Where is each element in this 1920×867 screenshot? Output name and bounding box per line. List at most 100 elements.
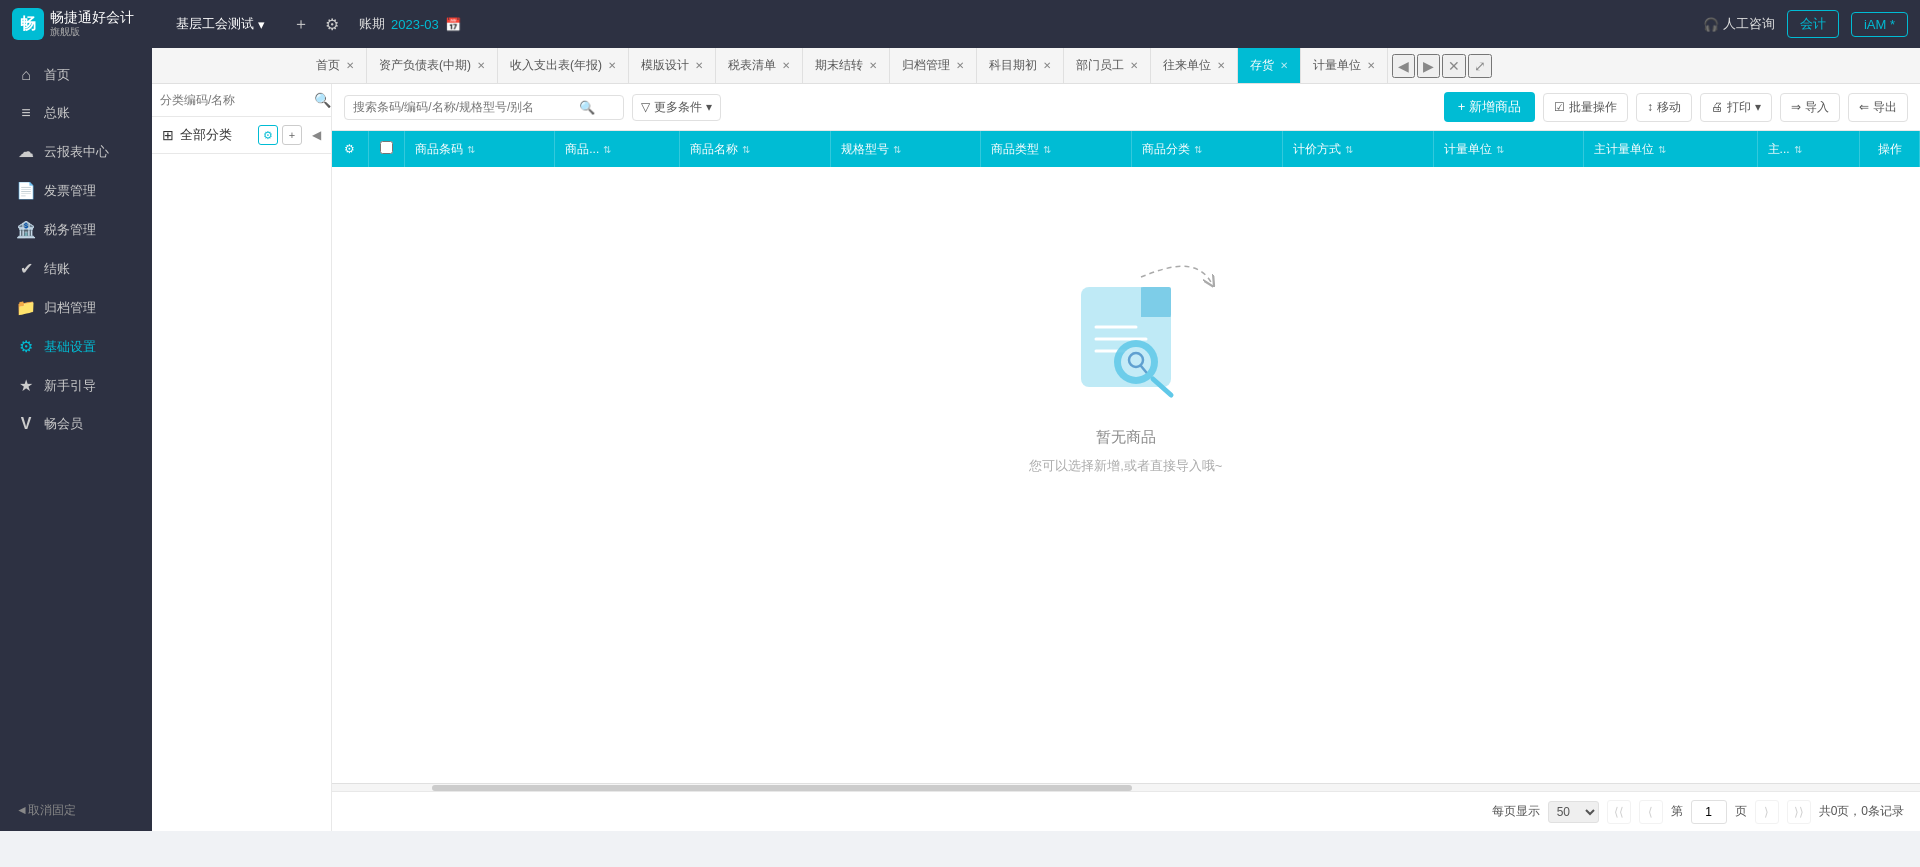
page-size-select[interactable]: 50 10 20 100 bbox=[1548, 801, 1599, 823]
per-page-label: 每页显示 bbox=[1492, 803, 1540, 820]
svg-rect-1 bbox=[1141, 287, 1171, 317]
th-barcode[interactable]: 商品条码⇅ bbox=[404, 131, 555, 167]
product-search-input[interactable] bbox=[353, 100, 573, 114]
tab-income[interactable]: 收入支出表(年报) ✕ bbox=[498, 48, 629, 84]
th-product-type[interactable]: 商品类型⇅ bbox=[981, 131, 1132, 167]
page-number-input[interactable] bbox=[1691, 800, 1727, 824]
tab-template[interactable]: 模版设计 ✕ bbox=[629, 48, 716, 84]
select-all-checkbox[interactable] bbox=[380, 141, 393, 154]
tab-prev-button[interactable]: ◀ bbox=[1392, 54, 1415, 78]
category-search-icon[interactable]: 🔍 bbox=[314, 92, 331, 108]
logo-icon: 畅 bbox=[12, 8, 44, 40]
tab-contacts[interactable]: 往来单位 ✕ bbox=[1151, 48, 1238, 84]
horizontal-scrollbar[interactable] bbox=[332, 783, 1920, 791]
sidebar-item-reports[interactable]: ☁ 云报表中心 bbox=[0, 132, 152, 171]
th-category[interactable]: 商品分类⇅ bbox=[1132, 131, 1283, 167]
iam-button[interactable]: iAM * bbox=[1851, 12, 1908, 37]
tab-close-archive[interactable]: ✕ bbox=[956, 60, 964, 71]
calendar-icon[interactable]: 📅 bbox=[445, 17, 461, 32]
th-col3[interactable]: 主...⇅ bbox=[1757, 131, 1859, 167]
tab-expand-button[interactable]: ⤢ bbox=[1468, 54, 1492, 78]
company-selector[interactable]: 基层工会测试 ▾ bbox=[168, 11, 273, 37]
settings-icon[interactable]: ⚙ bbox=[321, 11, 343, 38]
tab-subject-init[interactable]: 科目期初 ✕ bbox=[977, 48, 1064, 84]
gear-icon: ⚙ bbox=[16, 337, 36, 356]
tab-units[interactable]: 计量单位 ✕ bbox=[1301, 48, 1388, 84]
sidebar-label-reports: 云报表中心 bbox=[44, 143, 109, 161]
tab-close-department[interactable]: ✕ bbox=[1130, 60, 1138, 71]
move-button[interactable]: ↕ 移动 bbox=[1636, 93, 1692, 122]
tab-archive[interactable]: 归档管理 ✕ bbox=[890, 48, 977, 84]
tab-close-contacts[interactable]: ✕ bbox=[1217, 60, 1225, 71]
last-page-button[interactable]: ⟩⟩ bbox=[1787, 800, 1811, 824]
scroll-thumb[interactable] bbox=[432, 785, 1132, 791]
tab-close-taxlist[interactable]: ✕ bbox=[782, 60, 790, 71]
th-checkbox[interactable] bbox=[368, 131, 404, 167]
th-unit[interactable]: 计量单位⇅ bbox=[1433, 131, 1584, 167]
table-container: ⚙ 商品条码⇅ 商品...⇅ bbox=[332, 131, 1920, 783]
sidebar-item-close[interactable]: ✔ 结账 bbox=[0, 249, 152, 288]
tab-close-income[interactable]: ✕ bbox=[608, 60, 616, 71]
category-add-btn[interactable]: + bbox=[282, 125, 302, 145]
header-icons: ＋ ⚙ bbox=[289, 10, 343, 39]
tab-close-home[interactable]: ✕ bbox=[346, 60, 354, 71]
sidebar-item-tax[interactable]: 🏦 税务管理 bbox=[0, 210, 152, 249]
first-page-button[interactable]: ⟨⟨ bbox=[1607, 800, 1631, 824]
th-product-code[interactable]: 商品...⇅ bbox=[555, 131, 680, 167]
period-value[interactable]: 2023-03 bbox=[391, 17, 439, 32]
tab-close-subject-init[interactable]: ✕ bbox=[1043, 60, 1051, 71]
sidebar-item-ledger[interactable]: ≡ 总账 bbox=[0, 94, 152, 132]
tab-balance[interactable]: 资产负债表(中期) ✕ bbox=[367, 48, 498, 84]
th-spec[interactable]: 规格型号⇅ bbox=[830, 131, 981, 167]
category-settings-btn[interactable]: ⚙ bbox=[258, 125, 278, 145]
tab-home[interactable]: 首页 ✕ bbox=[304, 48, 367, 84]
sidebar-item-guide[interactable]: ★ 新手引导 bbox=[0, 366, 152, 405]
tab-next-button[interactable]: ▶ bbox=[1417, 54, 1440, 78]
tab-close-template[interactable]: ✕ bbox=[695, 60, 703, 71]
next-page-button[interactable]: ⟩ bbox=[1755, 800, 1779, 824]
collapse-panel-button[interactable]: ◀ bbox=[312, 128, 321, 142]
export-button[interactable]: ⇐ 导出 bbox=[1848, 93, 1908, 122]
tab-close-units[interactable]: ✕ bbox=[1367, 60, 1375, 71]
tab-close-balance[interactable]: ✕ bbox=[477, 60, 485, 71]
sidebar-item-member[interactable]: V 畅会员 bbox=[0, 405, 152, 443]
sidebar: ⌂ 首页 ≡ 总账 ☁ 云报表中心 📄 发票管理 🏦 税务管理 ✔ 结账 📁 归… bbox=[0, 48, 152, 831]
support-button[interactable]: 🎧 人工咨询 bbox=[1703, 15, 1775, 33]
cancel-fixed-button[interactable]: ◄取消固定 bbox=[0, 790, 152, 831]
sidebar-item-basic[interactable]: ⚙ 基础设置 bbox=[0, 327, 152, 366]
account-button[interactable]: 会计 bbox=[1787, 10, 1839, 38]
tab-period-close[interactable]: 期末结转 ✕ bbox=[803, 48, 890, 84]
tab-close-inventory[interactable]: ✕ bbox=[1280, 60, 1288, 71]
all-category-label[interactable]: 全部分类 bbox=[180, 126, 232, 144]
product-search-icon[interactable]: 🔍 bbox=[579, 100, 595, 115]
top-header: 畅 畅捷通好会计 旗舰版 基层工会测试 ▾ ＋ ⚙ 账期 2023-03 📅 🎧… bbox=[0, 0, 1920, 48]
sidebar-item-invoice[interactable]: 📄 发票管理 bbox=[0, 171, 152, 210]
add-tab-button[interactable]: ＋ bbox=[289, 10, 313, 39]
tab-inventory[interactable]: 存货 ✕ bbox=[1238, 48, 1301, 84]
category-search-input[interactable] bbox=[160, 93, 310, 107]
print-button[interactable]: 🖨 打印 ▾ bbox=[1700, 93, 1772, 122]
import-button[interactable]: ⇒ 导入 bbox=[1780, 93, 1840, 122]
right-panel: 🔍 ▽ 更多条件 ▾ + 新增商品 ☑ 批量操作 bbox=[332, 84, 1920, 831]
th-product-name[interactable]: 商品名称⇅ bbox=[679, 131, 830, 167]
period-info: 账期 2023-03 📅 bbox=[359, 15, 461, 33]
more-conditions-button[interactable]: ▽ 更多条件 ▾ bbox=[632, 94, 721, 121]
print-dropdown-icon: ▾ bbox=[1755, 100, 1761, 114]
prev-page-button[interactable]: ⟨ bbox=[1639, 800, 1663, 824]
sidebar-item-archive[interactable]: 📁 归档管理 bbox=[0, 288, 152, 327]
page-body: 🔍 ⊞ 全部分类 ⚙ + ◀ 🔍 bbox=[152, 84, 1920, 831]
sidebar-item-home[interactable]: ⌂ 首页 bbox=[0, 56, 152, 94]
th-main-unit[interactable]: 主计量单位⇅ bbox=[1584, 131, 1757, 167]
th-settings[interactable]: ⚙ bbox=[332, 131, 368, 167]
tab-department[interactable]: 部门员工 ✕ bbox=[1064, 48, 1151, 84]
tab-close-all-button[interactable]: ✕ bbox=[1442, 54, 1466, 78]
batch-ops-button[interactable]: ☑ 批量操作 bbox=[1543, 93, 1628, 122]
tab-close-period-close[interactable]: ✕ bbox=[869, 60, 877, 71]
add-product-button[interactable]: + 新增商品 bbox=[1444, 92, 1535, 122]
import-icon: ⇒ bbox=[1791, 100, 1801, 114]
print-icon: 🖨 bbox=[1711, 100, 1723, 114]
th-price-method[interactable]: 计价方式⇅ bbox=[1282, 131, 1433, 167]
tab-taxlist[interactable]: 税表清单 ✕ bbox=[716, 48, 803, 84]
tax-icon: 🏦 bbox=[16, 220, 36, 239]
top-right: 🎧 人工咨询 会计 iAM * bbox=[1703, 10, 1908, 38]
